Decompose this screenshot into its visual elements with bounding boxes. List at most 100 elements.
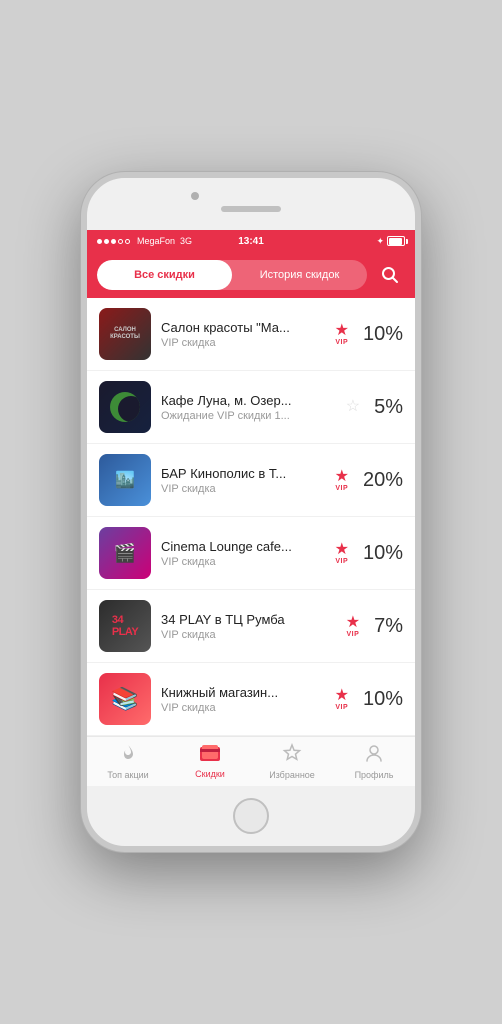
item-percent: 20% — [363, 469, 403, 492]
top-bezel — [87, 178, 415, 230]
front-camera — [191, 192, 199, 200]
item-info: 34 PLAY в ТЦ Румба VIP скидка — [161, 612, 336, 641]
search-button[interactable] — [375, 260, 405, 290]
network-type: 3G — [180, 236, 192, 246]
bluetooth-icon: ✦ — [376, 236, 384, 247]
item-subtitle: Ожидание VIP скидки 1... — [161, 410, 336, 422]
battery-fill — [389, 238, 402, 245]
tab-top-actions-label: Топ акции — [107, 770, 148, 780]
item-title: Книжный магазин... — [161, 685, 325, 700]
item-title: Салон красоты "Ма... — [161, 320, 325, 335]
item-percent: 7% — [374, 615, 403, 638]
item-percent: 10% — [363, 323, 403, 346]
battery-indicator — [387, 236, 405, 246]
signal-dot-3 — [111, 239, 116, 244]
star-vip: ★ VIP — [335, 469, 349, 492]
item-info: БАР Кинополис в Т... VIP скидка — [161, 466, 325, 495]
list-item[interactable]: 📚 Книжный магазин... VIP скидка ★ VIP 10… — [87, 663, 415, 736]
home-button[interactable] — [233, 798, 269, 834]
screen: MegaFon 3G 13:41 ✦ Все скидки История ск… — [87, 230, 415, 786]
star-icon: ★ — [346, 615, 360, 631]
tab-history[interactable]: История скидок — [232, 260, 367, 290]
bottom-bezel — [87, 786, 415, 846]
item-right: ★ VIP — [335, 688, 349, 711]
star-vip: ★ VIP — [335, 688, 349, 711]
item-title: Кафе Луна, м. Озер... — [161, 393, 336, 408]
signal-indicator — [97, 239, 130, 244]
carrier-name: MegaFon — [137, 236, 175, 246]
vip-label: VIP — [335, 704, 348, 711]
list-item[interactable]: САЛОНКРАСОТЫ Салон красоты "Ма... VIP ск… — [87, 298, 415, 371]
star-icon: ★ — [335, 688, 349, 704]
tab-favorites-label: Избранное — [269, 770, 315, 780]
item-subtitle: VIP скидка — [161, 702, 325, 714]
list-item[interactable]: Кафе Луна, м. Озер... Ожидание VIP скидк… — [87, 371, 415, 444]
item-percent: 5% — [374, 396, 403, 419]
star-vip: ☆ — [346, 399, 360, 415]
signal-dot-1 — [97, 239, 102, 244]
item-subtitle: VIP скидка — [161, 337, 325, 349]
item-info: Книжный магазин... VIP скидка — [161, 685, 325, 714]
status-bar: MegaFon 3G 13:41 ✦ — [87, 230, 415, 252]
item-info: Кафе Луна, м. Озер... Ожидание VIP скидк… — [161, 393, 336, 422]
item-thumbnail: 🎬 — [99, 527, 151, 579]
tab-all-discounts[interactable]: Все скидки — [97, 260, 232, 290]
item-subtitle: VIP скидка — [161, 629, 336, 641]
tab-profile-label: Профиль — [355, 770, 394, 780]
item-thumbnail: 🏙️ — [99, 454, 151, 506]
item-thumbnail — [99, 381, 151, 433]
status-time: 13:41 — [200, 236, 303, 247]
list-item[interactable]: 🎬 Cinema Lounge cafe... VIP скидка ★ VIP… — [87, 517, 415, 590]
item-thumbnail: 34PLAY — [99, 600, 151, 652]
item-right: ★ VIP — [335, 542, 349, 565]
tab-discounts[interactable]: Скидки — [169, 737, 251, 786]
item-subtitle: VIP скидка — [161, 556, 325, 568]
vip-label: VIP — [335, 339, 348, 346]
status-left: MegaFon 3G — [97, 236, 200, 246]
item-title: Cinema Lounge cafe... — [161, 539, 325, 554]
signal-dot-4 — [118, 239, 123, 244]
vip-label: VIP — [347, 631, 360, 638]
item-right: ★ VIP — [335, 469, 349, 492]
item-right: ☆ — [346, 399, 360, 415]
star-vip: ★ VIP — [335, 323, 349, 346]
star-empty-icon: ☆ — [346, 399, 360, 415]
vip-label: VIP — [335, 558, 348, 565]
flame-icon — [118, 743, 138, 768]
item-right: ★ VIP — [346, 615, 360, 638]
play-logo: 34PLAY — [112, 614, 138, 638]
phone-frame: MegaFon 3G 13:41 ✦ Все скидки История ск… — [81, 172, 421, 852]
item-title: 34 PLAY в ТЦ Румба — [161, 612, 336, 627]
item-info: Cinema Lounge cafe... VIP скидка — [161, 539, 325, 568]
item-subtitle: VIP скидка — [161, 483, 325, 495]
moon-icon — [110, 392, 140, 422]
speaker — [221, 206, 281, 212]
tab-discounts-label: Скидки — [195, 769, 225, 779]
person-icon — [364, 743, 384, 768]
item-right: ★ VIP — [335, 323, 349, 346]
discount-list: САЛОНКРАСОТЫ Салон красоты "Ма... VIP ск… — [87, 298, 415, 736]
item-thumbnail: САЛОНКРАСОТЫ — [99, 308, 151, 360]
discount-card-icon — [199, 744, 221, 767]
vip-label: VIP — [335, 485, 348, 492]
star-icon: ★ — [335, 323, 349, 339]
item-title: БАР Кинополис в Т... — [161, 466, 325, 481]
item-percent: 10% — [363, 542, 403, 565]
status-right: ✦ — [302, 236, 405, 247]
list-item[interactable]: 34PLAY 34 PLAY в ТЦ Румба VIP скидка ★ V… — [87, 590, 415, 663]
tab-profile[interactable]: Профиль — [333, 737, 415, 786]
list-item[interactable]: 🏙️ БАР Кинополис в Т... VIP скидка ★ VIP… — [87, 444, 415, 517]
star-icon: ★ — [335, 469, 349, 485]
signal-dot-5 — [125, 239, 130, 244]
bottom-tab-bar: Топ акции Скидки Избранн — [87, 736, 415, 786]
item-info: Салон красоты "Ма... VIP скидка — [161, 320, 325, 349]
nav-header: Все скидки История скидок — [87, 252, 415, 298]
tab-top-actions[interactable]: Топ акции — [87, 737, 169, 786]
filter-tabs: Все скидки История скидок — [97, 260, 367, 290]
star-vip: ★ VIP — [346, 615, 360, 638]
tab-favorites[interactable]: Избранное — [251, 737, 333, 786]
signal-dot-2 — [104, 239, 109, 244]
star-outline-icon — [282, 743, 302, 768]
item-percent: 10% — [363, 688, 403, 711]
star-vip: ★ VIP — [335, 542, 349, 565]
